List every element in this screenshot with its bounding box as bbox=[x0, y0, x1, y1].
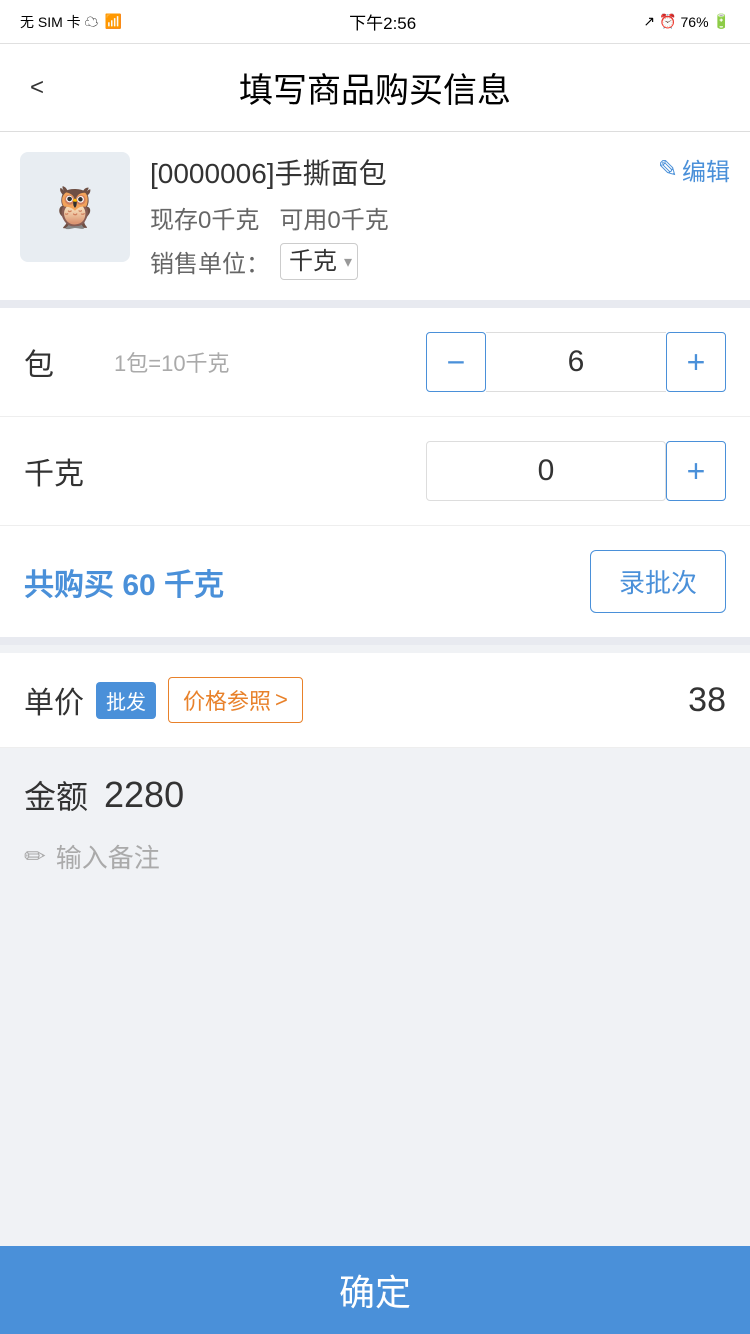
note-text: 输入备注 bbox=[56, 838, 160, 875]
confirm-button[interactable]: 确定 bbox=[0, 1246, 750, 1334]
bao-increment-button[interactable]: + bbox=[666, 332, 726, 392]
sim-label: 无 SIM 卡 ☁ bbox=[20, 12, 99, 32]
status-time: 下午2:56 bbox=[349, 9, 416, 34]
alarm-icon: ⏰ bbox=[659, 13, 676, 30]
unit-selector[interactable]: 千克 bbox=[280, 243, 358, 280]
price-row: 单价 批发 价格参照 > 38 bbox=[24, 677, 726, 723]
input-section: 包 1包=10千克 − + 千克 + bbox=[0, 308, 750, 526]
amount-section: 金额 2280 ✏ 输入备注 bbox=[0, 748, 750, 889]
bottom-blank-area bbox=[0, 889, 750, 1269]
product-card: 🦉 [0000006]手撕面包 ✎ 编辑 现存0千克 可用0千克 销售单位： 千… bbox=[0, 132, 750, 308]
edit-icon: ✎ bbox=[658, 155, 678, 184]
chevron-right-icon: > bbox=[275, 687, 288, 713]
product-name: [0000006]手撕面包 bbox=[150, 152, 387, 192]
bao-row: 包 1包=10千克 − + bbox=[0, 308, 750, 417]
amount-label: 金额 bbox=[24, 772, 88, 818]
total-amount: 60 bbox=[122, 569, 155, 602]
page-title: 填写商品购买信息 bbox=[239, 63, 511, 112]
kg-label: 千克 bbox=[24, 449, 104, 493]
status-bar: 无 SIM 卡 ☁ 📶 下午2:56 ↗ ⏰ 76% 🔋 bbox=[0, 0, 750, 44]
location-icon: ↗ bbox=[643, 13, 655, 30]
note-icon: ✏ bbox=[24, 841, 46, 872]
product-unit-row: 销售单位： 千克 bbox=[150, 243, 730, 280]
section-separator bbox=[0, 637, 750, 645]
back-button[interactable]: < bbox=[20, 64, 54, 112]
kg-row: 千克 + bbox=[0, 417, 750, 526]
product-image: 🦉 bbox=[20, 152, 130, 262]
kg-stepper: + bbox=[426, 441, 726, 501]
price-value: 38 bbox=[688, 681, 726, 720]
bao-decrement-button[interactable]: − bbox=[426, 332, 486, 392]
product-info: [0000006]手撕面包 ✎ 编辑 现存0千克 可用0千克 销售单位： 千克 bbox=[150, 152, 730, 280]
price-left: 单价 批发 价格参照 > bbox=[24, 677, 303, 723]
bao-input[interactable] bbox=[486, 332, 666, 392]
bao-stepper: − + bbox=[426, 332, 726, 392]
price-reference-button[interactable]: 价格参照 > bbox=[168, 677, 303, 723]
note-row[interactable]: ✏ 输入备注 bbox=[24, 834, 726, 879]
product-stock: 现存0千克 可用0千克 bbox=[150, 200, 730, 235]
status-left: 无 SIM 卡 ☁ 📶 bbox=[20, 12, 122, 32]
batch-button[interactable]: 录批次 bbox=[590, 550, 726, 613]
price-type-tag: 批发 bbox=[96, 682, 156, 719]
status-right: ↗ ⏰ 76% 🔋 bbox=[643, 13, 730, 30]
battery-label: 76% bbox=[681, 14, 709, 30]
product-logo-icon: 🦉 bbox=[50, 184, 100, 231]
amount-row: 金额 2280 bbox=[24, 772, 726, 818]
total-text: 共购买 60 千克 bbox=[24, 560, 224, 604]
bao-label: 包 bbox=[24, 340, 104, 384]
total-row: 共购买 60 千克 录批次 bbox=[0, 526, 750, 637]
kg-input[interactable] bbox=[426, 441, 666, 501]
nav-bar: < 填写商品购买信息 bbox=[0, 44, 750, 132]
kg-increment-button[interactable]: + bbox=[666, 441, 726, 501]
amount-value: 2280 bbox=[104, 774, 184, 816]
battery-icon: 🔋 bbox=[713, 13, 730, 30]
unit-select-input[interactable]: 千克 bbox=[280, 243, 358, 280]
price-section: 单价 批发 价格参照 > 38 bbox=[0, 653, 750, 748]
bao-hint: 1包=10千克 bbox=[114, 346, 426, 378]
edit-button[interactable]: ✎ 编辑 bbox=[658, 152, 730, 187]
price-label: 单价 bbox=[24, 678, 84, 722]
wifi-icon: 📶 bbox=[105, 13, 122, 30]
